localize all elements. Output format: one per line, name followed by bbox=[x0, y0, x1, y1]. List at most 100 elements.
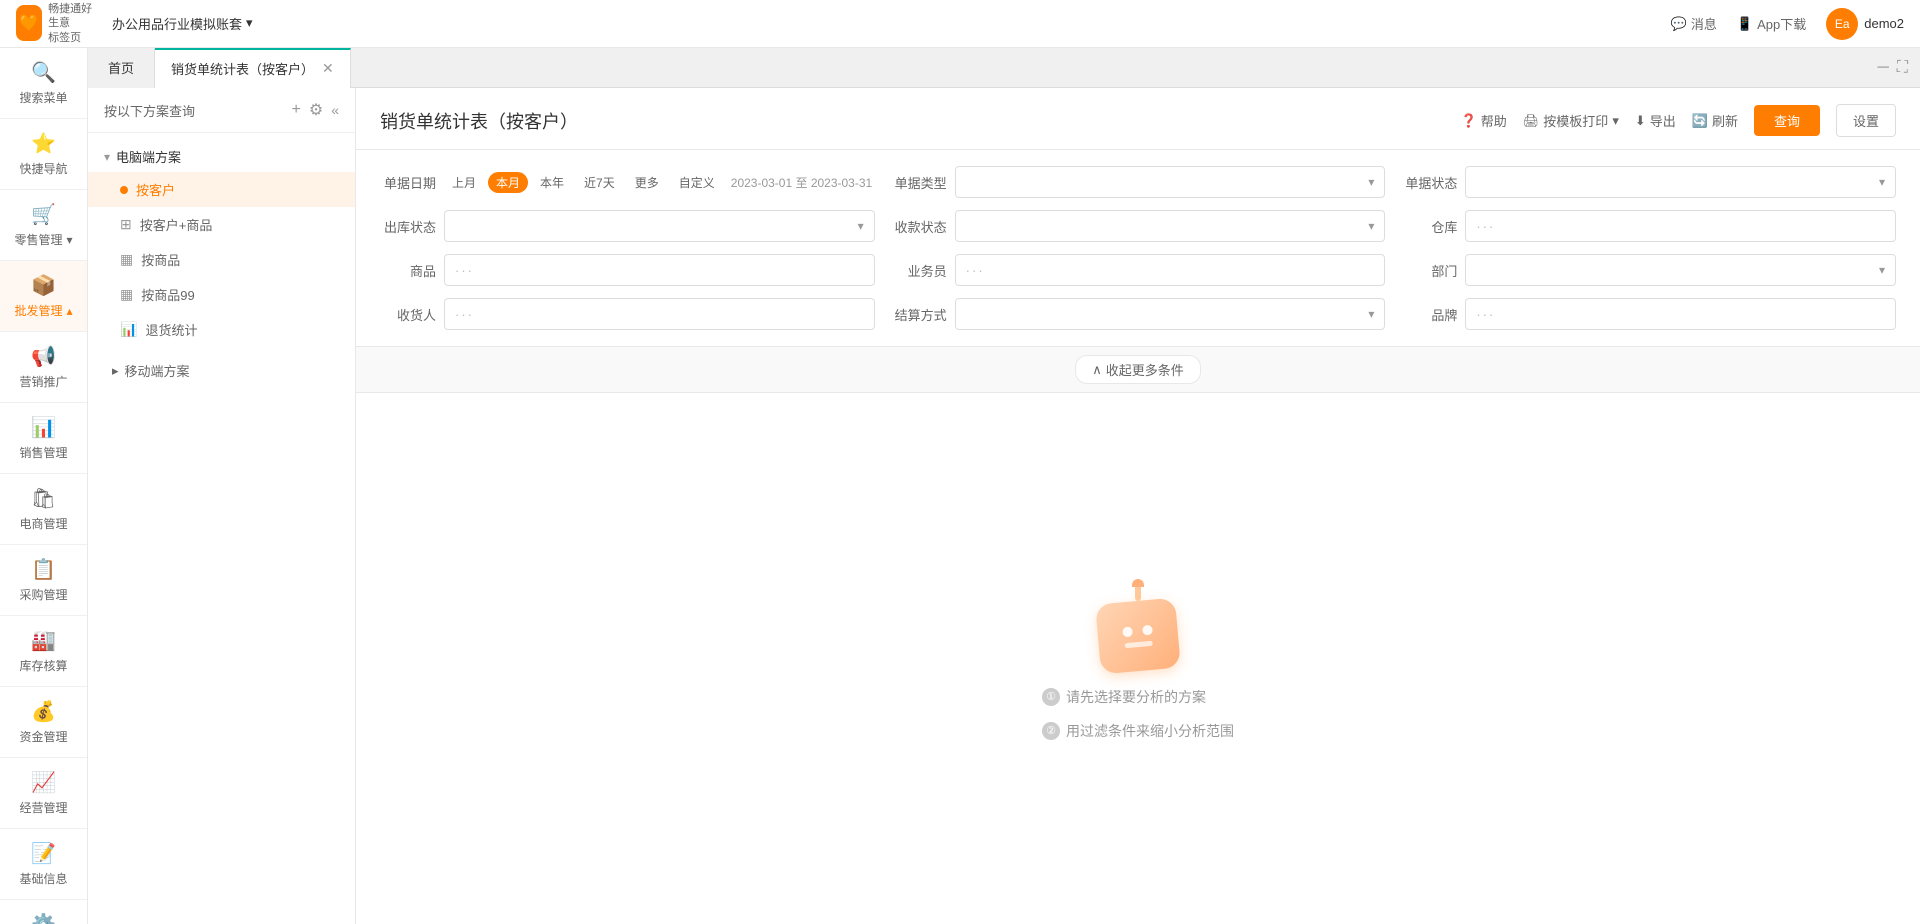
payment-method-input[interactable]: ▾ bbox=[955, 298, 1386, 330]
caret-down2-icon: ▾ bbox=[1879, 175, 1885, 189]
main-content: 按以下方案查询 + ⚙ « ▾ 电脑端方案 按客户 ⊞ 按客户+商品 ▦ 按 bbox=[88, 88, 1920, 924]
sidebar-item-ecommerce[interactable]: 🛍 电商管理 bbox=[0, 474, 87, 545]
scheme-item-by-customer-goods[interactable]: ⊞ 按客户+商品 bbox=[88, 207, 355, 242]
date-tab-this-month[interactable]: 本月 bbox=[488, 172, 528, 193]
goods-input[interactable]: ··· bbox=[444, 254, 875, 286]
department-input[interactable]: ▾ bbox=[1465, 254, 1896, 286]
refresh-btn[interactable]: 🔄 刷新 bbox=[1692, 111, 1738, 130]
retail-icon: 🛒 bbox=[31, 202, 56, 227]
tab-maximize-btn[interactable]: ⛶ bbox=[1897, 59, 1908, 77]
sidebar-item-inventory[interactable]: 🏭 库存核算 bbox=[0, 616, 87, 687]
collapse-panel-btn[interactable]: « bbox=[331, 102, 339, 118]
app-download-btn[interactable]: 📱 App下载 bbox=[1737, 14, 1806, 33]
payment-status-filter: 收款状态 ▾ bbox=[891, 210, 1386, 242]
sales-icon: 📊 bbox=[31, 415, 56, 440]
chart-icon: 📊 bbox=[120, 321, 137, 338]
date-tab-last-month[interactable]: 上月 bbox=[444, 172, 484, 193]
query-btn[interactable]: 查询 bbox=[1754, 105, 1820, 136]
desktop-scheme-title[interactable]: ▾ 电脑端方案 bbox=[88, 141, 355, 172]
header-left: 🧡 畅捷通好生意 标签页 办公用品行业模拟账套 ▾ bbox=[16, 2, 261, 45]
salesperson-input[interactable]: ··· bbox=[955, 254, 1386, 286]
system-icon: ⚙️ bbox=[31, 912, 56, 924]
table2-icon: ▦ bbox=[120, 286, 133, 303]
tab-home[interactable]: 首页 bbox=[88, 48, 155, 88]
date-tab-this-year[interactable]: 本年 bbox=[532, 172, 572, 193]
avatar: Ea bbox=[1826, 8, 1858, 40]
settings-btn[interactable]: 设置 bbox=[1836, 104, 1896, 137]
sidebar-item-quick[interactable]: ⭐ 快捷导航 bbox=[0, 119, 87, 190]
dropdown-arrow-icon: ▾ bbox=[1612, 113, 1619, 129]
sidebar-item-purchase[interactable]: 📋 采购管理 bbox=[0, 545, 87, 616]
scheme-item-by-goods99[interactable]: ▦ 按商品99 bbox=[88, 277, 355, 312]
filter-panel-header: 按以下方案查询 + ⚙ « bbox=[88, 88, 355, 133]
date-range: 2023-03-01 至 2023-03-31 bbox=[731, 174, 872, 191]
sidebar-item-operation[interactable]: 📈 经营管理 bbox=[0, 758, 87, 829]
caret-down6-icon: ▾ bbox=[1368, 307, 1374, 321]
mobile-scheme-title[interactable]: ▸ 移动端方案 bbox=[88, 355, 355, 386]
sidebar-item-retail[interactable]: 🛒 零售管理 ▾ bbox=[0, 190, 87, 261]
collapse-more-btn[interactable]: ∧ 收起更多条件 bbox=[1075, 355, 1201, 384]
empty-tip-1: ① 请先选择要分析的方案 bbox=[1042, 687, 1206, 707]
query-filters: 单据日期 上月 本月 本年 近7天 更多 自定义 2023-03-01 至 20… bbox=[356, 150, 1920, 347]
receiver-filter: 收货人 ··· bbox=[380, 298, 875, 330]
tab-close-btn[interactable]: ✕ bbox=[322, 60, 334, 77]
warehouse-input[interactable]: ··· bbox=[1465, 210, 1896, 242]
receiver-input[interactable]: ··· bbox=[444, 298, 875, 330]
filter-row-3: 商品 ··· 业务员 ··· 部门 ▾ bbox=[380, 254, 1896, 286]
ecommerce-icon: 🛍 bbox=[31, 486, 56, 511]
operation-icon: 📈 bbox=[31, 770, 56, 795]
sidebar-item-search[interactable]: 🔍 搜索菜单 bbox=[0, 48, 87, 119]
sidebar-item-sales[interactable]: 📊 销售管理 bbox=[0, 403, 87, 474]
date-tab-custom[interactable]: 自定义 bbox=[671, 172, 723, 193]
settings-scheme-btn[interactable]: ⚙ bbox=[309, 100, 323, 120]
message-btn[interactable]: 💬 消息 bbox=[1671, 14, 1717, 33]
top-header: 🧡 畅捷通好生意 标签页 办公用品行业模拟账套 ▾ 💬 消息 📱 App下载 E… bbox=[0, 0, 1920, 48]
app-selector[interactable]: 办公用品行业模拟账套 ▾ bbox=[104, 10, 261, 37]
date-tab-7days[interactable]: 近7天 bbox=[576, 172, 623, 193]
chevron-right-icon: ▸ bbox=[112, 363, 119, 379]
user-info[interactable]: Ea demo2 bbox=[1826, 8, 1904, 40]
grid-icon: ⊞ bbox=[120, 216, 132, 233]
search-icon: 🔍 bbox=[31, 60, 56, 85]
template-print-btn[interactable]: 🖨 按模板打印 ▾ bbox=[1523, 111, 1619, 130]
query-area: 销货单统计表（按客户） ❓ 帮助 🖨 按模板打印 ▾ ⬇ 导出 🔄 刷新 bbox=[356, 88, 1920, 924]
wholesale-icon: 📦 bbox=[31, 273, 56, 298]
warehouse-filter: 仓库 ··· bbox=[1401, 210, 1896, 242]
basic-icon: 📝 bbox=[31, 841, 56, 866]
print-icon: 🖨 bbox=[1523, 113, 1540, 129]
inventory-icon: 🏭 bbox=[31, 628, 56, 653]
logo-area: 🧡 畅捷通好生意 标签页 bbox=[16, 2, 96, 45]
help-btn[interactable]: ❓ 帮助 bbox=[1461, 111, 1507, 130]
purchase-icon: 📋 bbox=[31, 557, 56, 582]
active-dot-icon bbox=[120, 186, 128, 194]
sidebar-item-system[interactable]: ⚙️ 系统管理 bbox=[0, 900, 87, 924]
order-status-input[interactable]: ▾ bbox=[1465, 166, 1896, 198]
sidebar: 🔍 搜索菜单 ⭐ 快捷导航 🛒 零售管理 ▾ 📦 批发管理 ▴ 📢 营销推广 📊… bbox=[0, 48, 88, 924]
scheme-item-by-customer[interactable]: 按客户 bbox=[88, 172, 355, 207]
sidebar-item-wholesale[interactable]: 📦 批发管理 ▴ bbox=[0, 261, 87, 332]
finance-icon: 💰 bbox=[31, 699, 56, 724]
tab-minimize-btn[interactable]: ─ bbox=[1877, 59, 1888, 77]
logo-icon: 🧡 bbox=[16, 5, 42, 41]
export-btn[interactable]: ⬇ 导出 bbox=[1635, 111, 1676, 130]
delivery-status-input[interactable]: ▾ bbox=[444, 210, 875, 242]
sidebar-item-marketing[interactable]: 📢 营销推广 bbox=[0, 332, 87, 403]
collapse-row[interactable]: ∧ 收起更多条件 bbox=[356, 347, 1920, 393]
empty-tip-2: ② 用过滤条件来缩小分析范围 bbox=[1042, 721, 1234, 741]
sidebar-item-basic[interactable]: 📝 基础信息 bbox=[0, 829, 87, 900]
date-tab-more[interactable]: 更多 bbox=[627, 172, 667, 193]
brand-input[interactable]: ··· bbox=[1465, 298, 1896, 330]
caret-down-icon: ▾ bbox=[1368, 175, 1374, 189]
date-tabs: 上月 本月 本年 近7天 更多 自定义 2023-03-01 至 2023-03… bbox=[444, 172, 872, 193]
caret-down3-icon: ▾ bbox=[858, 219, 864, 233]
scheme-item-by-goods[interactable]: ▦ 按商品 bbox=[88, 242, 355, 277]
tab-active[interactable]: 销货单统计表（按客户） ✕ bbox=[155, 48, 351, 88]
tab-bar: 首页 销货单统计表（按客户） ✕ ─ ⛶ bbox=[88, 48, 1920, 88]
brand-filter: 品牌 ··· bbox=[1401, 298, 1896, 330]
order-type-input[interactable]: ▾ bbox=[955, 166, 1386, 198]
header-right: 💬 消息 📱 App下载 Ea demo2 bbox=[1671, 8, 1904, 40]
scheme-item-return-stats[interactable]: 📊 退货统计 bbox=[88, 312, 355, 347]
sidebar-item-finance[interactable]: 💰 资金管理 bbox=[0, 687, 87, 758]
add-scheme-btn[interactable]: + bbox=[292, 101, 301, 119]
payment-status-input[interactable]: ▾ bbox=[955, 210, 1386, 242]
